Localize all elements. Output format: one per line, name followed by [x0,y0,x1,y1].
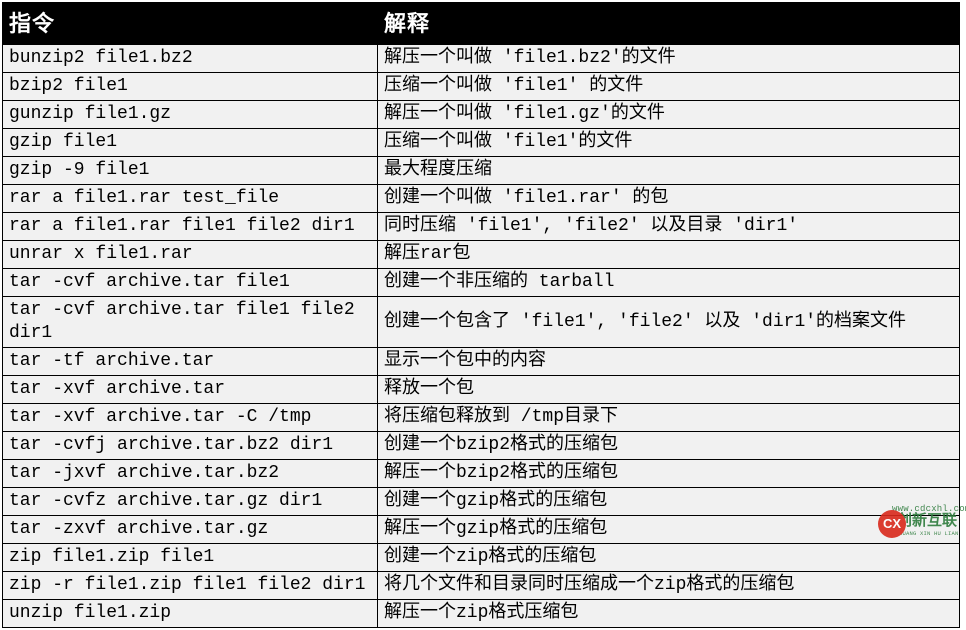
command-cell: unzip file1.zip [3,600,378,628]
description-cell: 解压一个gzip格式的压缩包 [378,516,960,544]
table-row: unzip file1.zip解压一个zip格式压缩包 [3,600,960,628]
table-row: zip file1.zip file1创建一个zip格式的压缩包 [3,544,960,572]
table-row: gzip file1压缩一个叫做 'file1'的文件 [3,129,960,157]
command-cell: zip file1.zip file1 [3,544,378,572]
table-row: bzip2 file1压缩一个叫做 'file1' 的文件 [3,73,960,101]
command-cell: tar -xvf archive.tar -C /tmp [3,404,378,432]
table-row: rar a file1.rar test_file创建一个叫做 'file1.r… [3,185,960,213]
description-cell: 创建一个gzip格式的压缩包 [378,488,960,516]
table-body: bunzip2 file1.bz2解压一个叫做 'file1.bz2'的文件bz… [3,45,960,628]
table-row: tar -jxvf archive.tar.bz2解压一个bzip2格式的压缩包 [3,460,960,488]
command-cell: tar -jxvf archive.tar.bz2 [3,460,378,488]
description-cell: 最大程度压缩 [378,157,960,185]
description-cell: 解压一个zip格式压缩包 [378,600,960,628]
command-cell: tar -cvf archive.tar file1 file2 dir1 [3,297,378,348]
table-row: bunzip2 file1.bz2解压一个叫做 'file1.bz2'的文件 [3,45,960,73]
command-cell: tar -cvf archive.tar file1 [3,269,378,297]
command-cell: zip -r file1.zip file1 file2 dir1 [3,572,378,600]
table-header-row: 指令 解释 [3,3,960,45]
header-explanation: 解释 [378,3,960,45]
table-row: tar -xvf archive.tar释放一个包 [3,376,960,404]
command-cell: tar -zxvf archive.tar.gz [3,516,378,544]
table-row: tar -cvfj archive.tar.bz2 dir1创建一个bzip2格… [3,432,960,460]
description-cell: 解压一个叫做 'file1.bz2'的文件 [378,45,960,73]
table-row: tar -tf archive.tar显示一个包中的内容 [3,348,960,376]
description-cell: 创建一个非压缩的 tarball [378,269,960,297]
command-reference-table: 指令 解释 bunzip2 file1.bz2解压一个叫做 'file1.bz2… [0,0,966,630]
description-cell: 创建一个叫做 'file1.rar' 的包 [378,185,960,213]
description-cell: 释放一个包 [378,376,960,404]
command-cell: rar a file1.rar test_file [3,185,378,213]
description-cell: 创建一个包含了 'file1', 'file2' 以及 'dir1'的档案文件 [378,297,960,348]
description-cell: 压缩一个叫做 'file1'的文件 [378,129,960,157]
table-row: tar -cvf archive.tar file1创建一个非压缩的 tarba… [3,269,960,297]
table-row: unrar x file1.rar解压rar包 [3,241,960,269]
table-row: rar a file1.rar file1 file2 dir1同时压缩 'fi… [3,213,960,241]
description-cell: 解压一个叫做 'file1.gz'的文件 [378,101,960,129]
table-row: gunzip file1.gz解压一个叫做 'file1.gz'的文件 [3,101,960,129]
commands-table: 指令 解释 bunzip2 file1.bz2解压一个叫做 'file1.bz2… [2,2,960,628]
description-cell: 解压rar包 [378,241,960,269]
table-row: tar -cvf archive.tar file1 file2 dir1创建一… [3,297,960,348]
command-cell: tar -tf archive.tar [3,348,378,376]
table-row: zip -r file1.zip file1 file2 dir1将几个文件和目… [3,572,960,600]
command-cell: rar a file1.rar file1 file2 dir1 [3,213,378,241]
command-cell: bunzip2 file1.bz2 [3,45,378,73]
command-cell: unrar x file1.rar [3,241,378,269]
table-row: tar -zxvf archive.tar.gz解压一个gzip格式的压缩包 [3,516,960,544]
description-cell: 将压缩包释放到 /tmp目录下 [378,404,960,432]
command-cell: gzip -9 file1 [3,157,378,185]
command-cell: tar -xvf archive.tar [3,376,378,404]
description-cell: 创建一个zip格式的压缩包 [378,544,960,572]
command-cell: bzip2 file1 [3,73,378,101]
description-cell: 显示一个包中的内容 [378,348,960,376]
description-cell: 解压一个bzip2格式的压缩包 [378,460,960,488]
description-cell: 压缩一个叫做 'file1' 的文件 [378,73,960,101]
command-cell: tar -cvfj archive.tar.bz2 dir1 [3,432,378,460]
description-cell: 创建一个bzip2格式的压缩包 [378,432,960,460]
command-cell: tar -cvfz archive.tar.gz dir1 [3,488,378,516]
command-cell: gzip file1 [3,129,378,157]
header-command: 指令 [3,3,378,45]
table-row: tar -cvfz archive.tar.gz dir1创建一个gzip格式的… [3,488,960,516]
command-cell: gunzip file1.gz [3,101,378,129]
table-row: gzip -9 file1最大程度压缩 [3,157,960,185]
description-cell: 将几个文件和目录同时压缩成一个zip格式的压缩包 [378,572,960,600]
table-row: tar -xvf archive.tar -C /tmp将压缩包释放到 /tmp… [3,404,960,432]
description-cell: 同时压缩 'file1', 'file2' 以及目录 'dir1' [378,213,960,241]
